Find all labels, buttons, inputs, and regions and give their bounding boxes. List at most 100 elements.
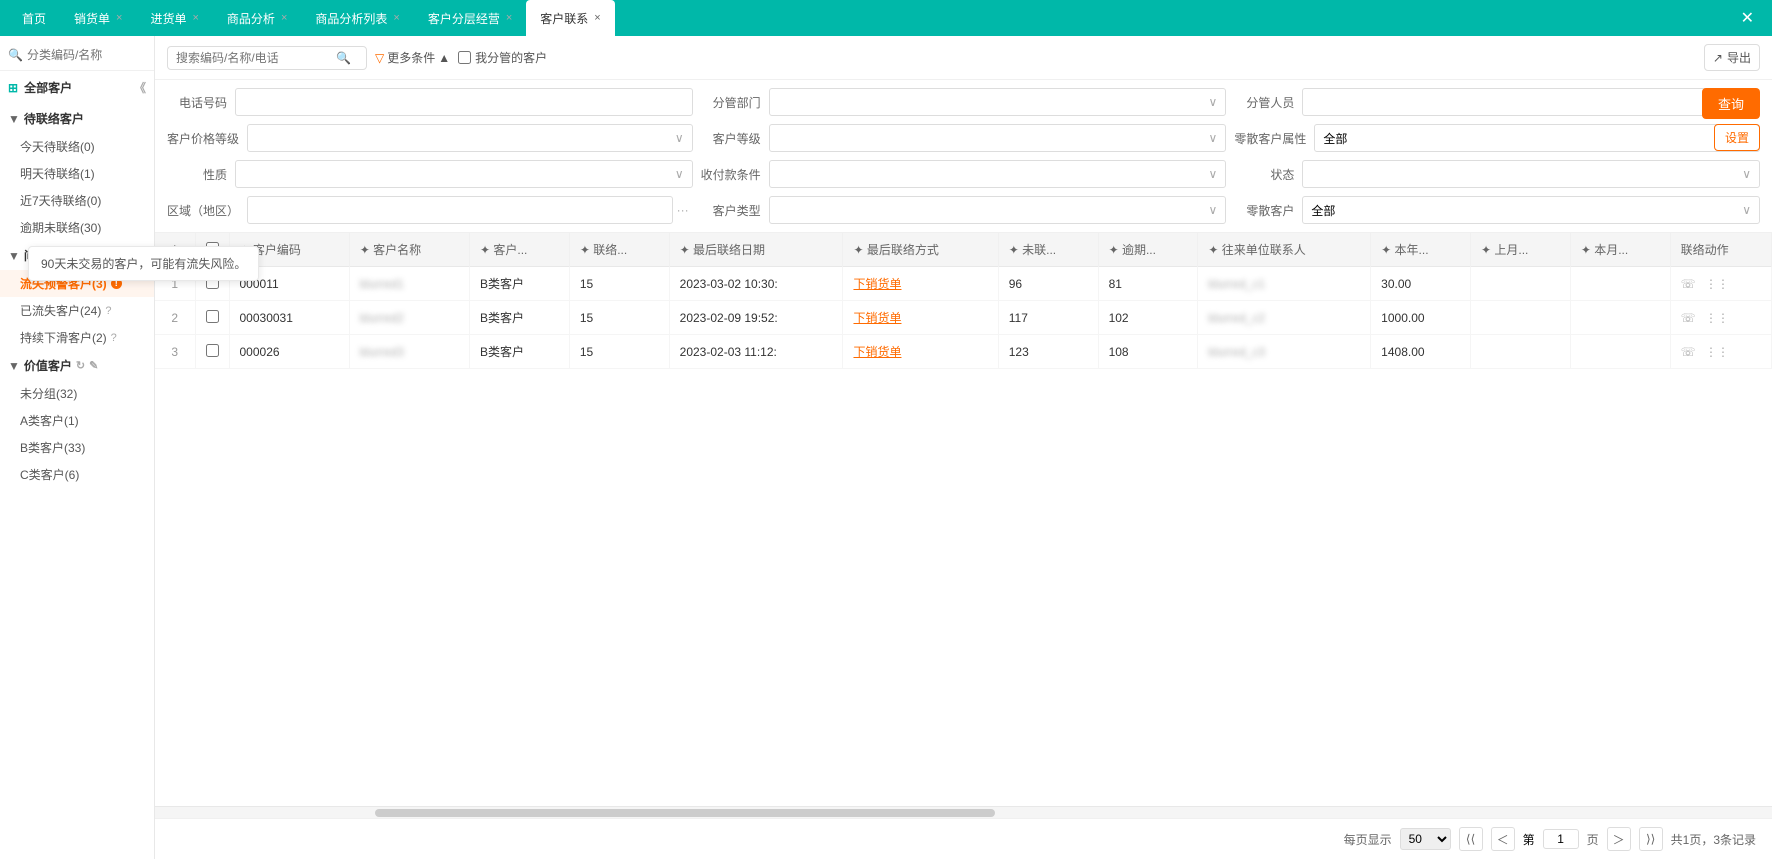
status-select[interactable]: ∨ [1302,160,1760,188]
manager-select[interactable]: ∨ [1302,88,1740,116]
th-action: 联络动作 [1670,233,1771,267]
filter-status: 状态 ∨ [1234,160,1760,188]
sidebar-item-tomorrow-contact[interactable]: 明天待联络(1) [0,160,154,187]
cell-action-1[interactable]: ☏ ⋮⋮ [1670,301,1771,335]
sidebar-all-customers[interactable]: ⊞ 全部客户 《 [0,71,154,104]
tab-product-analysis-list[interactable]: 商品分析列表 × [301,0,413,36]
phone-input[interactable] [235,88,693,116]
sidebar-item-declining[interactable]: 持续下滑客户(2) ? [0,324,154,351]
payment-select[interactable]: ∨ [769,160,1227,188]
sidebar-item-churned[interactable]: 已流失客户(24) ? [0,297,154,324]
close-product-analysis-icon[interactable]: × [281,12,287,24]
close-purchase-order-icon[interactable]: × [192,12,198,24]
search-execute-icon[interactable]: 🔍 [336,51,351,65]
sidebar-item-ungroups[interactable]: 未分组(32) [0,380,154,407]
contact-icon-2[interactable]: ☏ [1681,345,1696,359]
more-action-icon-0[interactable]: ⋮⋮ [1705,277,1729,291]
close-customer-tiering-icon[interactable]: × [506,12,512,24]
th-name: ✦ 客户名称 [349,233,469,267]
filter-customer-grade: 客户等级 ∨ [701,124,1227,152]
page-number-input[interactable] [1543,829,1579,849]
sidebar-search-input[interactable] [27,48,155,62]
cell-last-method-2[interactable]: 下销货单 [843,335,998,369]
nature-select[interactable]: ∨ [235,160,693,188]
tab-home[interactable]: 首页 [8,0,60,36]
more-action-icon-2[interactable]: ⋮⋮ [1705,345,1729,359]
horizontal-scrollbar[interactable] [155,806,1772,818]
arrow-down-icon-3: ▼ [8,359,20,373]
query-button[interactable]: 查询 [1702,88,1760,119]
prev-page-button[interactable]: ＜ [1491,827,1515,851]
close-customer-contact-icon[interactable]: × [594,12,600,24]
price-grade-select[interactable]: ∨ [247,124,693,152]
customer-type-select[interactable]: ∨ [769,196,1227,224]
cell-overdue-1: 102 [1098,301,1198,335]
search-box[interactable]: 🔍 [167,46,367,70]
price-grade-arrow: ∨ [675,131,684,145]
tab-customer-contact[interactable]: 客户联系 × [526,0,614,36]
first-page-button[interactable]: ⟨⟨ [1459,827,1483,851]
sidebar-item-class-b[interactable]: B类客户(33) [0,434,154,461]
row-checkbox-2[interactable] [206,344,219,357]
window-close-button[interactable]: ✕ [1731,8,1764,28]
row-checkbox-1[interactable] [206,310,219,323]
region-select[interactable] [247,196,673,224]
dept-select[interactable]: ∨ [769,88,1227,116]
export-button[interactable]: ↗ 导出 [1704,44,1760,71]
sidebar-item-class-a[interactable]: A类客户(1) [0,407,154,434]
cell-type-2: B类客户 [470,335,570,369]
cell-action-0[interactable]: ☏ ⋮⋮ [1670,267,1771,301]
th-last-date: ✦ 最后联络日期 [669,233,843,267]
cell-company-contact-1: blurred_c2 [1198,301,1371,335]
page-size-select[interactable]: 50 20 100 [1400,828,1451,850]
filter-price-grade: 客户价格等级 ∨ [167,124,693,152]
customer-type-arrow: ∨ [1209,203,1218,217]
refresh-icon[interactable]: ↻ [76,359,85,372]
sidebar-item-class-c[interactable]: C类客户(6) [0,461,154,488]
customer-grade-select[interactable]: ∨ [769,124,1227,152]
cell-check-2[interactable] [195,335,229,369]
sidebar-item-week-contact[interactable]: 近7天待联络(0) [0,187,154,214]
cell-contact-2: 15 [569,335,669,369]
next-page-button[interactable]: ＞ [1607,827,1631,851]
sidebar-group-pending-contact[interactable]: ▼ 待联络客户 [0,104,154,133]
tab-sales-order[interactable]: 销货单 × [60,0,136,36]
my-customer-toggle[interactable]: 我分管的客户 [458,49,547,66]
my-customer-checkbox[interactable] [458,51,471,64]
retail-attr-select[interactable]: 全部 ∨ [1314,124,1760,152]
filter-icon: ▽ [375,51,384,65]
close-sales-order-icon[interactable]: × [116,12,122,24]
last-page-button[interactable]: ⟩⟩ [1639,827,1663,851]
filter-region: 区域（地区） ··· [167,196,693,224]
edit-icon[interactable]: ✎ [89,359,98,372]
region-dots[interactable]: ··· [673,203,693,217]
contact-icon-1[interactable]: ☏ [1681,311,1696,325]
search-input[interactable] [176,51,336,65]
sidebar-group-value-customers[interactable]: ▼ 价值客户 ↻ ✎ [0,351,154,380]
sidebar-item-overdue-contact[interactable]: 逾期未联络(30) [0,214,154,241]
more-filter-button[interactable]: ▽ 更多条件 ▲ [375,49,450,66]
more-action-icon-1[interactable]: ⋮⋮ [1705,311,1729,325]
scroll-thumb[interactable] [375,809,995,817]
cell-uncontact-0: 96 [998,267,1098,301]
cell-last-method-0[interactable]: 下销货单 [843,267,998,301]
table-container: ⚙ ✦ 客户编码 ✦ 客户名称 ✦ 客户... ✦ 联络... ✦ 最后联络日期… [155,233,1772,806]
cell-last-method-1[interactable]: 下销货单 [843,301,998,335]
tab-purchase-order[interactable]: 进货单 × [136,0,212,36]
cell-action-2[interactable]: ☏ ⋮⋮ [1670,335,1771,369]
cell-idx-1: 2 [155,301,195,335]
tab-customer-tiering[interactable]: 客户分层经营 × [414,0,526,36]
sidebar-item-today-contact[interactable]: 今天待联络(0) [0,133,154,160]
arrow-down-icon-2: ▼ [8,249,20,263]
cell-check-1[interactable] [195,301,229,335]
retail-customer-select[interactable]: 全部 ∨ [1302,196,1760,224]
filter-row-4: 区域（地区） ··· 客户类型 ∨ 零散客户 全部 [167,196,1760,224]
main-content: 🔍 ▽ 更多条件 ▲ 我分管的客户 ↗ 导出 电话号码 [155,36,1772,859]
cell-last-month-0 [1471,267,1571,301]
contact-icon-0[interactable]: ☏ [1681,277,1696,291]
cell-uncontact-2: 123 [998,335,1098,369]
cell-this-month-2 [1570,335,1670,369]
close-product-analysis-list-icon[interactable]: × [393,12,399,24]
tab-product-analysis[interactable]: 商品分析 × [213,0,301,36]
settings-button[interactable]: 设置 [1714,124,1760,151]
